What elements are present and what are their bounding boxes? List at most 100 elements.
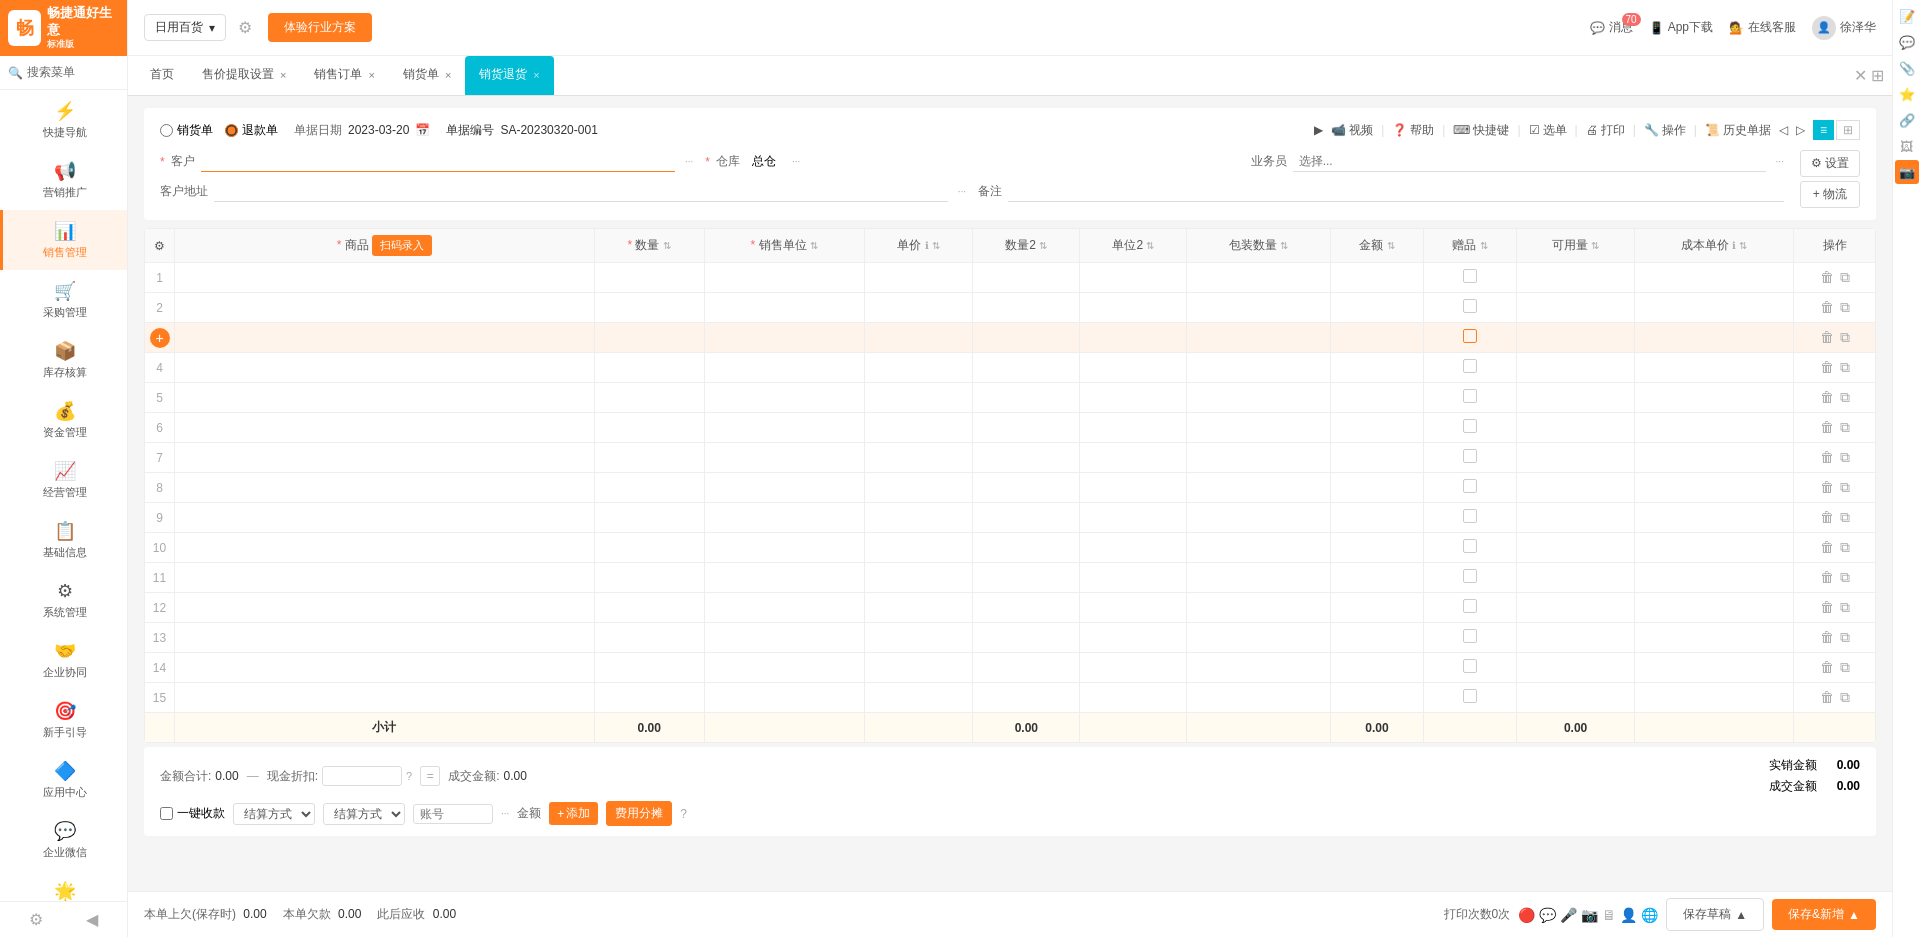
account-dots[interactable]: ··· [501,808,509,819]
sidebar-item-operations[interactable]: 📈 经营管理 [0,450,127,510]
copy-icon[interactable]: ⧉ [1840,359,1850,376]
row-pack-qty[interactable] [1187,263,1330,293]
add-row-btn[interactable]: + [150,328,170,348]
sidebar-item-wechat[interactable]: 💬 企业微信 [0,810,127,870]
gift-checkbox[interactable] [1463,659,1477,673]
gift-checkbox[interactable] [1463,299,1477,313]
gift-checkbox[interactable] [1463,269,1477,283]
delete-icon[interactable]: 🗑 [1820,449,1834,466]
tab-close-icon[interactable]: × [445,69,451,81]
view-grid-btn[interactable]: ⊞ [1836,120,1860,140]
remark-input[interactable] [1008,181,1784,202]
col-pack-sort[interactable]: ⇅ [1280,240,1288,251]
tab-close-icon[interactable]: × [533,69,539,81]
copy-icon[interactable]: ⧉ [1840,299,1850,316]
col-cost-sort[interactable]: ⇅ [1739,240,1747,251]
col-unit2-sort[interactable]: ⇅ [1146,240,1154,251]
col-available-sort[interactable]: ⇅ [1591,240,1599,251]
sidebar-search[interactable]: 🔍 搜索菜单 [0,56,127,90]
delete-icon[interactable]: 🗑 [1820,299,1834,316]
copy-icon[interactable]: ⧉ [1840,329,1850,346]
account-input[interactable] [413,804,493,824]
help-icon[interactable]: ? [406,770,412,782]
row-product-active[interactable] [175,323,595,353]
copy-icon[interactable]: ⧉ [1840,269,1850,286]
row-amount[interactable] [1330,293,1423,323]
copy-icon[interactable]: ⧉ [1840,509,1850,526]
sidebar-item-shortcut[interactable]: ⚡ 快捷导航 [0,90,127,150]
rs-link-icon[interactable]: 🔗 [1895,108,1919,132]
shortcut-btn[interactable]: ⌨ 快捷键 [1453,122,1509,139]
col-amount-sort[interactable]: ⇅ [1387,240,1395,251]
tab-close-icon[interactable]: × [368,69,374,81]
tab-sales-order[interactable]: 销售订单 × [300,56,388,95]
delete-icon[interactable]: 🗑 [1820,479,1834,496]
tab-sales-delivery[interactable]: 销货单 × [389,56,465,95]
rs-chat-icon[interactable]: 💬 [1895,30,1919,54]
sidebar-item-finance[interactable]: 💰 资金管理 [0,390,127,450]
gift-checkbox[interactable] [1463,569,1477,583]
delete-icon[interactable]: 🗑 [1820,329,1834,346]
expense-split-btn[interactable]: 费用分摊 [606,801,672,826]
status-icon-6[interactable]: 👤 [1620,907,1637,923]
gift-checkbox[interactable] [1463,539,1477,553]
gift-checkbox[interactable] [1463,599,1477,613]
row-qty2-active[interactable] [973,323,1080,353]
tab-price-setup[interactable]: 售价提取设置 × [188,56,300,95]
row-amount[interactable] [1330,263,1423,293]
calc-method-select[interactable]: 结算方式 [323,803,405,825]
status-icon-4[interactable]: 📷 [1581,907,1598,923]
copy-icon[interactable]: ⧉ [1840,689,1850,706]
row-qty2[interactable] [973,263,1080,293]
equals-btn[interactable]: = [420,766,440,786]
split-help-icon[interactable]: ? [680,807,687,821]
prev-icon[interactable]: ◁ [1779,123,1788,137]
row-qty2[interactable] [973,293,1080,323]
rs-attach-icon[interactable]: 📎 [1895,56,1919,80]
delete-icon[interactable]: 🗑 [1820,539,1834,556]
gear-icon[interactable]: ⚙ [154,239,165,253]
rs-scan-icon[interactable]: 📷 [1895,160,1919,184]
row-unit-price[interactable] [864,293,972,323]
tab-home[interactable]: 首页 [136,56,188,95]
gift-checkbox[interactable] [1463,509,1477,523]
delete-icon[interactable]: 🗑 [1820,269,1834,286]
row-sales-unit[interactable] [704,263,864,293]
row-cost-price[interactable] [1635,263,1794,293]
rs-photo-icon[interactable]: 🖼 [1895,134,1919,158]
expand-tabs-icon[interactable]: ⊞ [1871,66,1884,85]
status-icon-5[interactable]: 🖥 [1602,907,1616,923]
row-product[interactable] [175,293,595,323]
operate-btn[interactable]: 🔧 操作 [1644,122,1686,139]
copy-icon[interactable]: ⧉ [1840,419,1850,436]
col-gift-sort[interactable]: ⇅ [1480,240,1488,251]
copy-icon[interactable]: ⧉ [1840,599,1850,616]
next-icon[interactable]: ▷ [1796,123,1805,137]
salesperson-input[interactable] [1293,151,1766,172]
salesperson-dots[interactable]: ··· [1776,156,1784,167]
collapse-icon[interactable]: ◀ [86,910,98,929]
delete-icon[interactable]: 🗑 [1820,659,1834,676]
industry-select[interactable]: 日用百货 ▾ [144,14,226,41]
settings-icon[interactable]: ⚙ [29,910,43,929]
radio-return-input[interactable] [225,124,238,137]
status-icon-3[interactable]: 🎤 [1560,907,1577,923]
row-unit2[interactable] [1080,293,1187,323]
address-input[interactable] [214,181,948,202]
gift-checkbox[interactable] [1463,359,1477,373]
tab-close-icon[interactable]: × [280,69,286,81]
row-available[interactable] [1517,263,1635,293]
col-cost-info[interactable]: ℹ [1732,240,1736,251]
copy-icon[interactable]: ⧉ [1840,449,1850,466]
status-icon-1[interactable]: 🔴 [1518,907,1535,923]
sidebar-item-inventory[interactable]: 📦 库存核算 [0,330,127,390]
row-qty[interactable] [594,263,704,293]
status-icon-2[interactable]: 💬 [1539,907,1556,923]
customer-input[interactable] [201,151,675,172]
product-input-active[interactable] [179,331,590,345]
logistics-btn[interactable]: + 物流 [1800,181,1860,208]
sidebar-item-basic[interactable]: 📋 基础信息 [0,510,127,570]
row-unit-active[interactable] [704,323,864,353]
row-cost-active[interactable] [1635,323,1794,353]
video-btn[interactable]: 📹 视频 [1331,122,1373,139]
